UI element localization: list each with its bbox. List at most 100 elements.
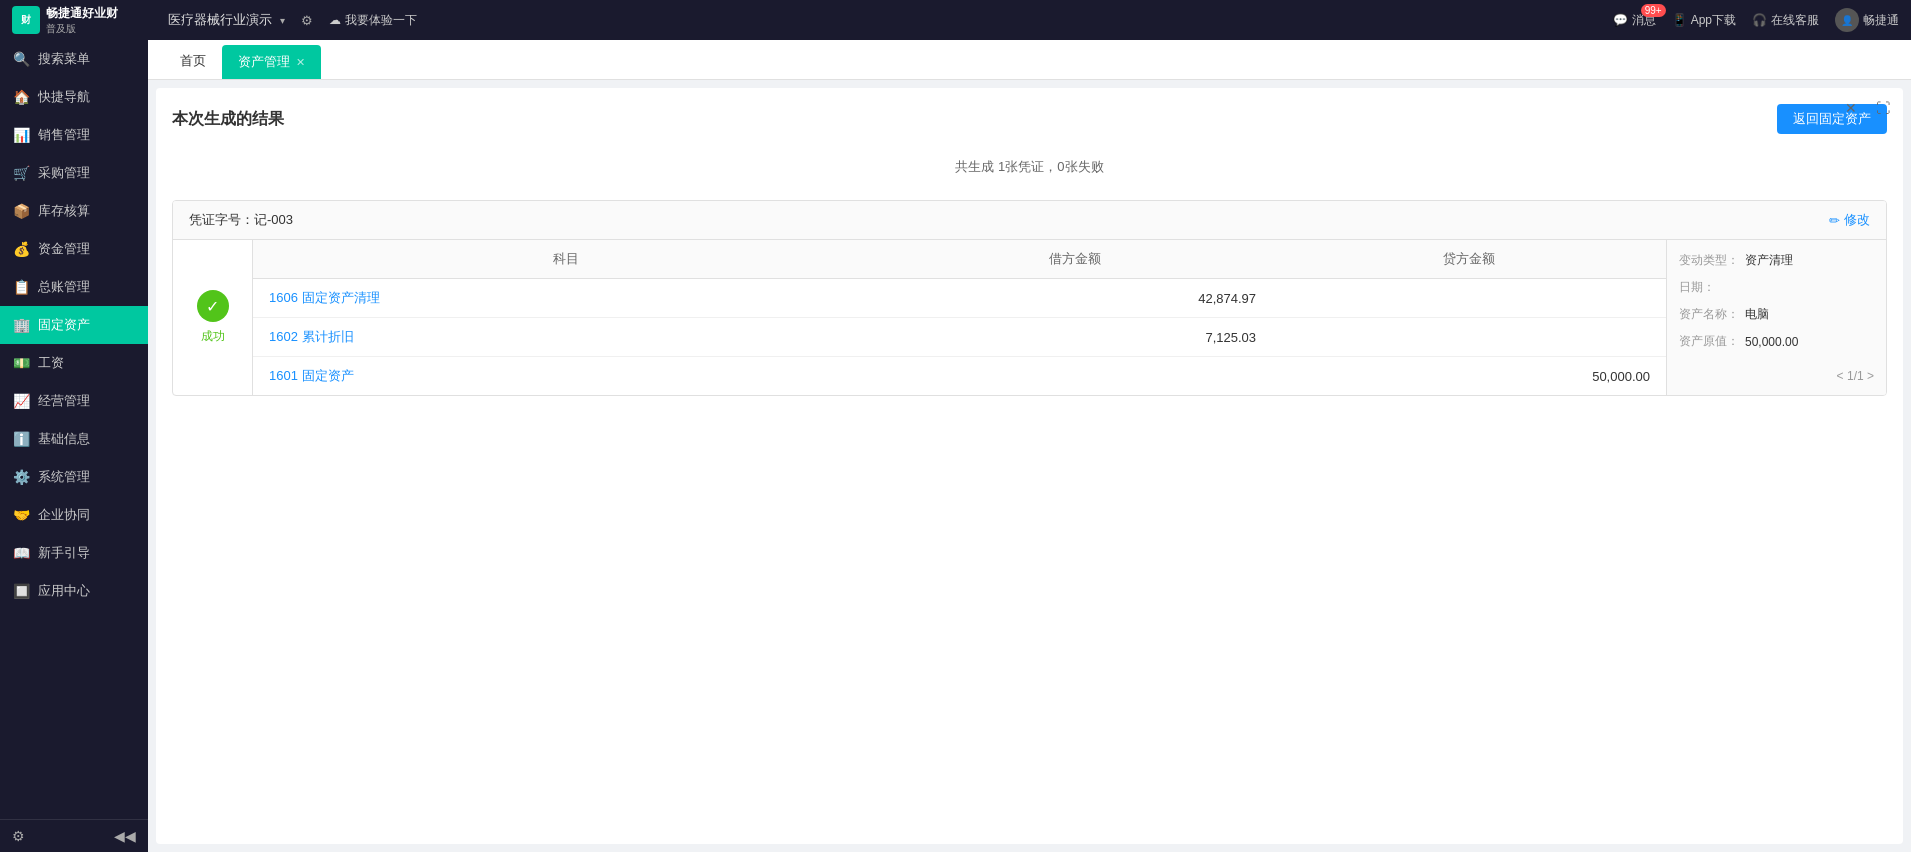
pagination[interactable]: < 1/1 > — [1679, 369, 1874, 383]
purchase-icon: 🛒 — [12, 164, 30, 182]
page-title: 本次生成的结果 — [172, 109, 284, 130]
sidebar-label-quicknav: 快捷导航 — [38, 88, 90, 106]
messages-badge: 99+ — [1641, 4, 1666, 17]
sidebar-item-payroll[interactable]: 💵 工资 — [0, 344, 148, 382]
edit-button[interactable]: ✏ 修改 — [1829, 211, 1870, 229]
summary-row: 共生成 1张凭证，0张失败 — [172, 150, 1887, 184]
sidebar-item-guide[interactable]: 📖 新手引导 — [0, 534, 148, 572]
sidebar-item-cooperation[interactable]: 🤝 企业协同 — [0, 496, 148, 534]
sidebar-label-guide: 新手引导 — [38, 544, 90, 562]
sidebar-item-quicknav[interactable]: 🏠 快捷导航 — [0, 78, 148, 116]
search-icon: 🔍 — [12, 50, 30, 68]
sidebar-item-purchase[interactable]: 🛒 采购管理 — [0, 154, 148, 192]
voucher-header: 凭证字号：记-003 ✏ 修改 — [173, 201, 1886, 240]
sidebar-item-basic[interactable]: ℹ️ 基础信息 — [0, 420, 148, 458]
avatar: 👤 — [1835, 8, 1859, 32]
sidebar-label-sales: 销售管理 — [38, 126, 90, 144]
voucher-status: ✓ 成功 — [173, 240, 253, 395]
ledger-icon: 📋 — [12, 278, 30, 296]
tabs-bar: 首页 资产管理 ✕ — [148, 40, 1911, 80]
app-logo: 财 畅捷通好业财 普及版 — [12, 5, 160, 36]
voucher-data-table: 科目 借方金额 贷方金额 1606 固定资产清理 42,874.97 — [253, 240, 1666, 395]
pagination-current: 1/1 — [1847, 369, 1867, 383]
dropdown-icon[interactable]: ▾ — [280, 15, 285, 26]
settings-icon[interactable]: ⚙ — [12, 828, 25, 844]
info-row-date: 日期： — [1679, 279, 1874, 296]
status-text: 成功 — [201, 328, 225, 345]
message-icon: 💬 — [1613, 13, 1628, 27]
basic-icon: ℹ️ — [12, 430, 30, 448]
edit-icon: ✏ — [1829, 213, 1840, 228]
asset-name-label: 资产名称： — [1679, 306, 1739, 323]
finance-icon: 💰 — [12, 240, 30, 258]
guide-icon: 📖 — [12, 544, 30, 562]
sidebar-label-purchase: 采购管理 — [38, 164, 90, 182]
sidebar-item-inventory[interactable]: 📦 库存核算 — [0, 192, 148, 230]
column-debit: 借方金额 — [878, 240, 1272, 279]
sidebar-item-finance[interactable]: 💰 资金管理 — [0, 230, 148, 268]
topbar-right: 💬 消息 99+ 📱 App下载 🎧 在线客服 👤 畅捷通 — [1613, 8, 1899, 32]
collapse-icon[interactable]: ◀◀ — [114, 828, 136, 844]
row2-credit — [1272, 318, 1666, 357]
inventory-icon: 📦 — [12, 202, 30, 220]
column-credit: 贷方金额 — [1272, 240, 1666, 279]
sidebar-label-apps: 应用中心 — [38, 582, 90, 600]
panel-controls: ✕ ⛶ — [1839, 96, 1895, 120]
row3-debit — [878, 357, 1272, 396]
voucher-block: 凭证字号：记-003 ✏ 修改 ✓ 成功 — [172, 200, 1887, 396]
username: 畅捷通 — [1863, 12, 1899, 29]
sidebar-item-search[interactable]: 🔍 搜索菜单 — [0, 40, 148, 78]
user-menu[interactable]: 👤 畅捷通 — [1835, 8, 1899, 32]
row1-debit: 42,874.97 — [878, 279, 1272, 318]
app-version: 普及版 — [46, 22, 118, 36]
content-area: 首页 资产管理 ✕ ✕ ⛶ 本次生成的结果 返回固定资产 共生成 1张凭证，0张… — [148, 40, 1911, 852]
expand-panel-button[interactable]: ⛶ — [1871, 96, 1895, 120]
tab-close-icon[interactable]: ✕ — [296, 56, 305, 69]
sidebar-item-operations[interactable]: 📈 经营管理 — [0, 382, 148, 420]
home-icon: 🏠 — [12, 88, 30, 106]
gear-icon[interactable]: ⚙ — [293, 6, 321, 34]
voucher-body: ✓ 成功 科目 借方金额 贷方金额 — [173, 240, 1886, 395]
app-name: 畅捷通好业财 — [46, 5, 118, 22]
row2-subject: 1602 累计折旧 — [253, 318, 878, 357]
apps-icon: 🔲 — [12, 582, 30, 600]
messages-btn[interactable]: 💬 消息 99+ — [1613, 12, 1656, 29]
table-row: 1601 固定资产 50,000.00 — [253, 357, 1666, 396]
company-selector[interactable]: 医疗器械行业演示 ▾ ⚙ ☁ 我要体验一下 — [160, 6, 1613, 34]
table-row: 1606 固定资产清理 42,874.97 — [253, 279, 1666, 318]
sidebar-label-cooperation: 企业协同 — [38, 506, 90, 524]
tab-asset-management[interactable]: 资产管理 ✕ — [222, 45, 321, 79]
sidebar-item-system[interactable]: ⚙️ 系统管理 — [0, 458, 148, 496]
close-panel-button[interactable]: ✕ — [1839, 96, 1863, 120]
info-row-change-type: 变动类型： 资产清理 — [1679, 252, 1874, 269]
sidebar-item-fixed-assets[interactable]: 🏢 固定资产 — [0, 306, 148, 344]
summary-text: 共生成 1张凭证，0张失败 — [955, 159, 1103, 174]
sidebar-item-apps[interactable]: 🔲 应用中心 — [0, 572, 148, 610]
fixed-assets-icon: 🏢 — [12, 316, 30, 334]
logo-icon: 财 — [12, 6, 40, 34]
trial-button[interactable]: ☁ 我要体验一下 — [329, 12, 417, 29]
sidebar-label-search: 搜索菜单 — [38, 50, 90, 68]
tab-home[interactable]: 首页 — [164, 45, 222, 79]
sidebar-label-basic: 基础信息 — [38, 430, 90, 448]
online-service-btn[interactable]: 🎧 在线客服 — [1752, 12, 1819, 29]
sidebar-bottom: ⚙ ◀◀ — [0, 819, 148, 852]
asset-value-value: 50,000.00 — [1745, 335, 1798, 349]
sidebar-label-operations: 经营管理 — [38, 392, 90, 410]
row1-subject: 1606 固定资产清理 — [253, 279, 878, 318]
company-name: 医疗器械行业演示 — [168, 11, 272, 29]
payroll-icon: 💵 — [12, 354, 30, 372]
app-download-btn[interactable]: 📱 App下载 — [1672, 12, 1736, 29]
side-info-panel: 变动类型： 资产清理 日期： 资产名称： 电脑 资产原值： — [1666, 240, 1886, 395]
pagination-prev[interactable]: < — [1837, 369, 1844, 383]
change-type-value: 资产清理 — [1745, 252, 1793, 269]
pagination-next[interactable]: > — [1867, 369, 1874, 383]
sales-icon: 📊 — [12, 126, 30, 144]
page-content: ✕ ⛶ 本次生成的结果 返回固定资产 共生成 1张凭证，0张失败 凭证字号：记-… — [156, 88, 1903, 844]
asset-name-value: 电脑 — [1745, 306, 1769, 323]
sidebar-item-sales[interactable]: 📊 销售管理 — [0, 116, 148, 154]
sidebar-item-ledger[interactable]: 📋 总账管理 — [0, 268, 148, 306]
sidebar-label-system: 系统管理 — [38, 468, 90, 486]
row2-debit: 7,125.03 — [878, 318, 1272, 357]
system-icon: ⚙️ — [12, 468, 30, 486]
